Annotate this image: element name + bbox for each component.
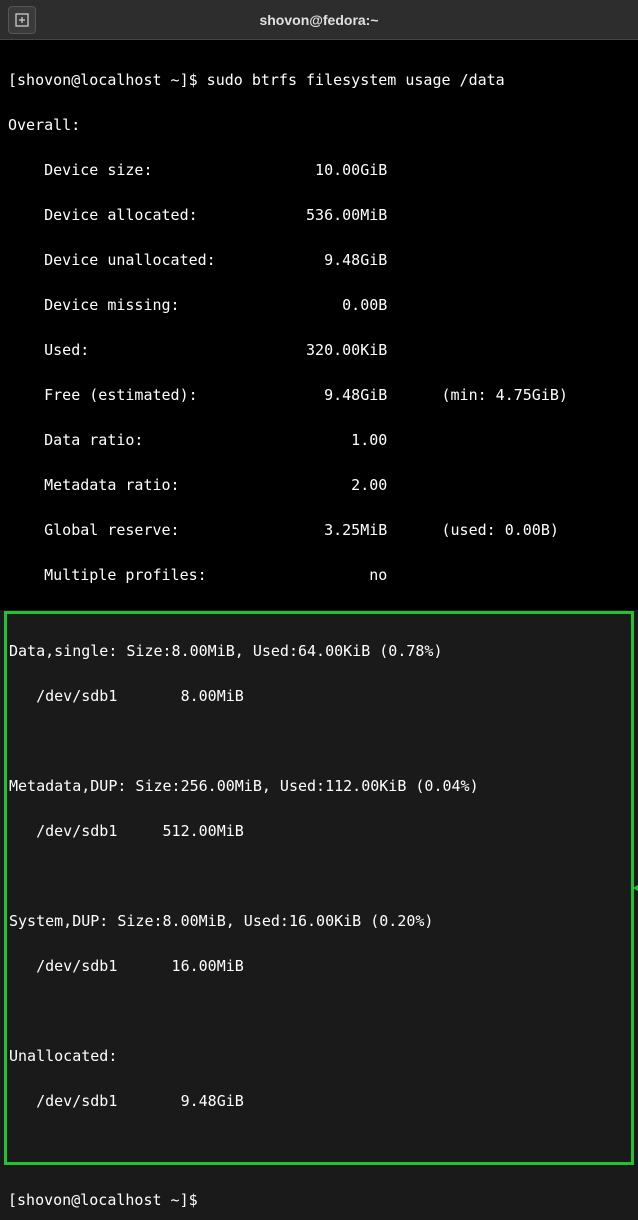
arrow-annotation [633, 877, 638, 899]
blank-line [9, 865, 629, 888]
unallocated-section-device: /dev/sdb1 9.48GiB [9, 1090, 629, 1113]
metadata-section-header: Metadata,DUP: Size:256.00MiB, Used:112.0… [9, 775, 629, 798]
prompt-command: [shovon@localhost ~]$ sudo btrfs filesys… [8, 69, 630, 92]
stat-device-size: Device size: 10.00GiB [8, 159, 630, 182]
stat-used: Used: 320.00KiB [8, 339, 630, 362]
overall-header: Overall: [8, 114, 630, 137]
window-title: shovon@fedora:~ [36, 12, 602, 28]
blank-line [9, 1000, 629, 1023]
plus-box-icon [15, 13, 29, 27]
stat-data-ratio: Data ratio: 1.00 [8, 429, 630, 452]
data-section-device: /dev/sdb1 8.00MiB [9, 685, 629, 708]
window-titlebar: shovon@fedora:~ [0, 0, 638, 40]
arrow-head-icon [633, 877, 638, 899]
system-section-header: System,DUP: Size:8.00MiB, Used:16.00KiB … [9, 910, 629, 933]
stat-free-estimated: Free (estimated): 9.48GiB (min: 4.75GiB) [8, 384, 630, 407]
unallocated-section-header: Unallocated: [9, 1045, 629, 1068]
highlight-annotation: Data,single: Size:8.00MiB, Used:64.00KiB… [4, 611, 634, 1165]
new-tab-button[interactable] [8, 6, 36, 34]
blank-line [9, 730, 629, 753]
prompt-ready: [shovon@localhost ~]$ [8, 1189, 630, 1212]
stat-device-unallocated: Device unallocated: 9.48GiB [8, 249, 630, 272]
stat-metadata-ratio: Metadata ratio: 2.00 [8, 474, 630, 497]
stat-multiple-profiles: Multiple profiles: no [8, 564, 630, 587]
stat-device-missing: Device missing: 0.00B [8, 294, 630, 317]
stat-device-allocated: Device allocated: 536.00MiB [8, 204, 630, 227]
data-section-header: Data,single: Size:8.00MiB, Used:64.00KiB… [9, 640, 629, 663]
stat-global-reserve: Global reserve: 3.25MiB (used: 0.00B) [8, 519, 630, 542]
terminal-output[interactable]: [shovon@localhost ~]$ sudo btrfs filesys… [0, 40, 638, 610]
system-section-device: /dev/sdb1 16.00MiB [9, 955, 629, 978]
metadata-section-device: /dev/sdb1 512.00MiB [9, 820, 629, 843]
